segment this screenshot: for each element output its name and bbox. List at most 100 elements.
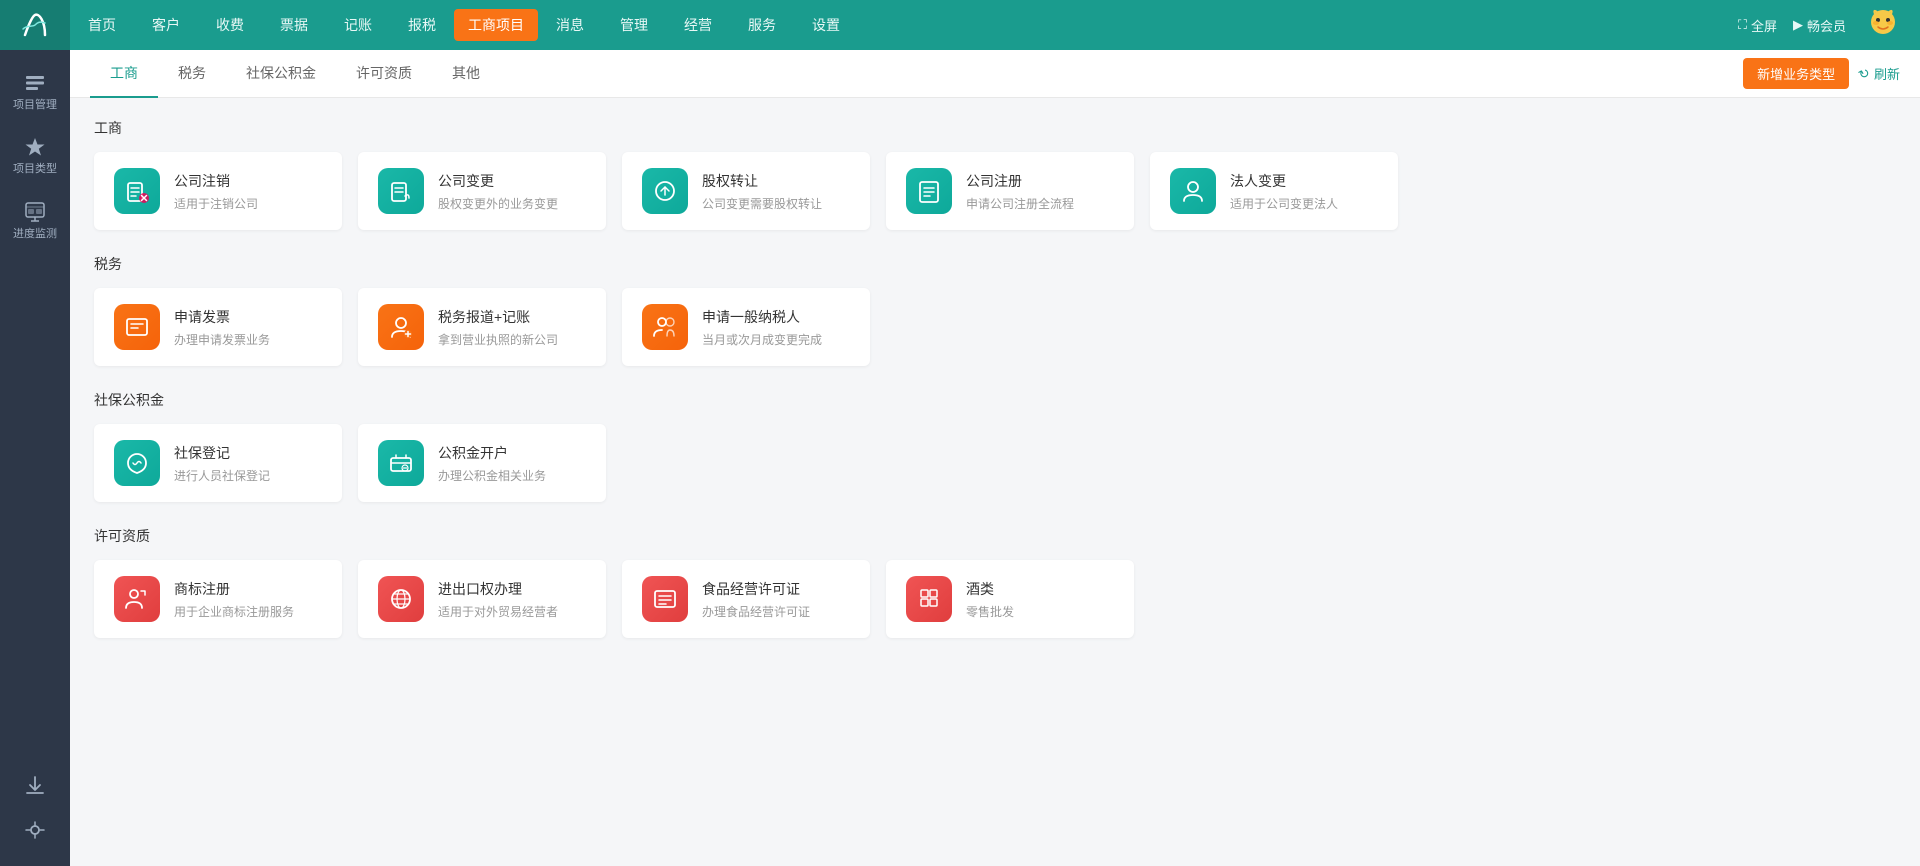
card-info-import-export: 进出口权办理 适用于对外贸易经营者 [438, 579, 586, 620]
card-info-gongjijin-open: 公积金开户 办理公积金相关业务 [438, 443, 586, 484]
vip-label: 畅会员 [1807, 16, 1846, 35]
list-icon [24, 72, 46, 94]
tab-shebao[interactable]: 社保公积金 [226, 50, 336, 98]
card-info-equity-transfer: 股权转让 公司变更需要股权转让 [702, 171, 850, 212]
card-tax-report[interactable]: 税务报道+记账 拿到营业执照的新公司 [358, 288, 606, 366]
card-desc-equity-transfer: 公司变更需要股权转让 [702, 195, 850, 212]
card-import-export[interactable]: 进出口权办理 适用于对外贸易经营者 [358, 560, 606, 638]
card-icon-company-change [378, 168, 424, 214]
card-title-company-cancel: 公司注销 [174, 171, 322, 191]
sidebar-label-progress-monitor: 进度监测 [13, 227, 57, 241]
shuiwu-cards-grid: 申请发票 办理申请发票业务 [94, 288, 1896, 366]
card-icon-legal-change [1170, 168, 1216, 214]
sidebar-item-project-management[interactable]: 项目管理 [0, 60, 70, 124]
vip-btn[interactable]: ▶ 畅会员 [1793, 16, 1846, 35]
nav-right-actions: ⛶ 全屏 ▶ 畅会员 [1738, 4, 1920, 46]
tabs-bar: 工商 税务 社保公积金 许可资质 其他 新增业务类型 ↻ 刷新 [70, 50, 1920, 98]
sidebar-item-project-type[interactable]: 项目类型 [0, 124, 70, 188]
nav-home[interactable]: 首页 [70, 0, 134, 50]
nav-message[interactable]: 消息 [538, 0, 602, 50]
card-general-taxpayer[interactable]: 申请一般纳税人 当月或次月成变更完成 [622, 288, 870, 366]
card-alcohol[interactable]: 酒类 零售批发 [886, 560, 1134, 638]
tab-gongshang[interactable]: 工商 [90, 50, 158, 98]
nav-operation[interactable]: 经营 [666, 0, 730, 50]
logo [0, 0, 70, 50]
card-legal-change[interactable]: 法人变更 适用于公司变更法人 [1150, 152, 1398, 230]
card-equity-transfer[interactable]: 股权转让 公司变更需要股权转让 [622, 152, 870, 230]
card-desc-legal-change: 适用于公司变更法人 [1230, 195, 1378, 212]
section-gongshang: 工商 [94, 118, 1896, 230]
fullscreen-btn[interactable]: ⛶ 全屏 [1738, 16, 1777, 35]
card-info-legal-change: 法人变更 适用于公司变更法人 [1230, 171, 1378, 212]
card-gongjijin-open[interactable]: 公积金开户 办理公积金相关业务 [358, 424, 606, 502]
card-icon-trademark [114, 576, 160, 622]
section-title-shuiwu: 税务 [94, 254, 1896, 274]
section-title-xuke: 许可资质 [94, 526, 1896, 546]
card-title-food-license: 食品经营许可证 [702, 579, 850, 599]
card-desc-apply-invoice: 办理申请发票业务 [174, 331, 322, 348]
card-apply-invoice[interactable]: 申请发票 办理申请发票业务 [94, 288, 342, 366]
card-info-company-register: 公司注册 申请公司注册全流程 [966, 171, 1114, 212]
left-sidebar: 项目管理 项目类型 进度监测 [0, 50, 70, 866]
card-title-import-export: 进出口权办理 [438, 579, 586, 599]
card-info-company-cancel: 公司注销 适用于注销公司 [174, 171, 322, 212]
card-info-apply-invoice: 申请发票 办理申请发票业务 [174, 307, 322, 348]
sidebar-location-btn[interactable] [0, 808, 70, 854]
star-icon [24, 136, 46, 158]
tab-xuke[interactable]: 许可资质 [336, 50, 432, 98]
nav-bookkeeping[interactable]: 记账 [326, 0, 390, 50]
sidebar-download-btn[interactable] [0, 762, 70, 808]
card-company-register[interactable]: 公司注册 申请公司注册全流程 [886, 152, 1134, 230]
card-food-license[interactable]: 食品经营许可证 办理食品经营许可证 [622, 560, 870, 638]
nav-manage[interactable]: 管理 [602, 0, 666, 50]
nav-tax[interactable]: 报税 [390, 0, 454, 50]
nav-service[interactable]: 服务 [730, 0, 794, 50]
card-icon-apply-invoice [114, 304, 160, 350]
sidebar-label-project-management: 项目管理 [13, 98, 57, 112]
card-icon-gongjijin-open [378, 440, 424, 486]
card-icon-company-register [906, 168, 952, 214]
add-type-button[interactable]: 新增业务类型 [1743, 58, 1849, 89]
nav-fee[interactable]: 收费 [198, 0, 262, 50]
card-company-change[interactable]: 公司变更 股权变更外的业务变更 [358, 152, 606, 230]
card-shebao-register[interactable]: 社保登记 进行人员社保登记 [94, 424, 342, 502]
card-desc-company-register: 申请公司注册全流程 [966, 195, 1114, 212]
card-info-alcohol: 酒类 零售批发 [966, 579, 1114, 620]
nav-settings[interactable]: 设置 [794, 0, 858, 50]
tab-shuiwu[interactable]: 税务 [158, 50, 226, 98]
fullscreen-label: 全屏 [1751, 16, 1777, 35]
card-title-general-taxpayer: 申请一般纳税人 [702, 307, 850, 327]
card-desc-alcohol: 零售批发 [966, 603, 1114, 620]
card-company-cancel[interactable]: 公司注销 适用于注销公司 [94, 152, 342, 230]
card-info-tax-report: 税务报道+记账 拿到营业执照的新公司 [438, 307, 586, 348]
card-icon-shebao-register [114, 440, 160, 486]
nav-ticket[interactable]: 票据 [262, 0, 326, 50]
card-title-shebao-register: 社保登记 [174, 443, 322, 463]
section-xuke: 许可资质 商标注册 用于企业商标注册服务 [94, 526, 1896, 638]
card-title-equity-transfer: 股权转让 [702, 171, 850, 191]
card-title-gongjijin-open: 公积金开户 [438, 443, 586, 463]
nav-client[interactable]: 客户 [134, 0, 198, 50]
nav-biz[interactable]: 工商项目 [454, 9, 538, 41]
card-desc-general-taxpayer: 当月或次月成变更完成 [702, 331, 850, 348]
shebao-cards-grid: 社保登记 进行人员社保登记 [94, 424, 1896, 502]
refresh-button[interactable]: ↻ 刷新 [1859, 64, 1900, 83]
card-title-trademark: 商标注册 [174, 579, 322, 599]
sidebar-item-progress-monitor[interactable]: 进度监测 [0, 189, 70, 253]
section-title-shebao: 社保公积金 [94, 390, 1896, 410]
refresh-icon: ↻ [1856, 64, 1873, 83]
card-trademark[interactable]: 商标注册 用于企业商标注册服务 [94, 560, 342, 638]
tab-qita[interactable]: 其他 [432, 50, 500, 98]
page-content: 工商 [70, 98, 1920, 866]
card-desc-trademark: 用于企业商标注册服务 [174, 603, 322, 620]
card-info-general-taxpayer: 申请一般纳税人 当月或次月成变更完成 [702, 307, 850, 348]
card-icon-tax-report [378, 304, 424, 350]
card-desc-company-cancel: 适用于注销公司 [174, 195, 322, 212]
card-title-company-register: 公司注册 [966, 171, 1114, 191]
refresh-label: 刷新 [1874, 64, 1900, 83]
card-icon-import-export [378, 576, 424, 622]
card-icon-alcohol [906, 576, 952, 622]
card-title-apply-invoice: 申请发票 [174, 307, 322, 327]
section-shuiwu: 税务 申请发票 办理申请发票业务 [94, 254, 1896, 366]
card-icon-general-taxpayer [642, 304, 688, 350]
